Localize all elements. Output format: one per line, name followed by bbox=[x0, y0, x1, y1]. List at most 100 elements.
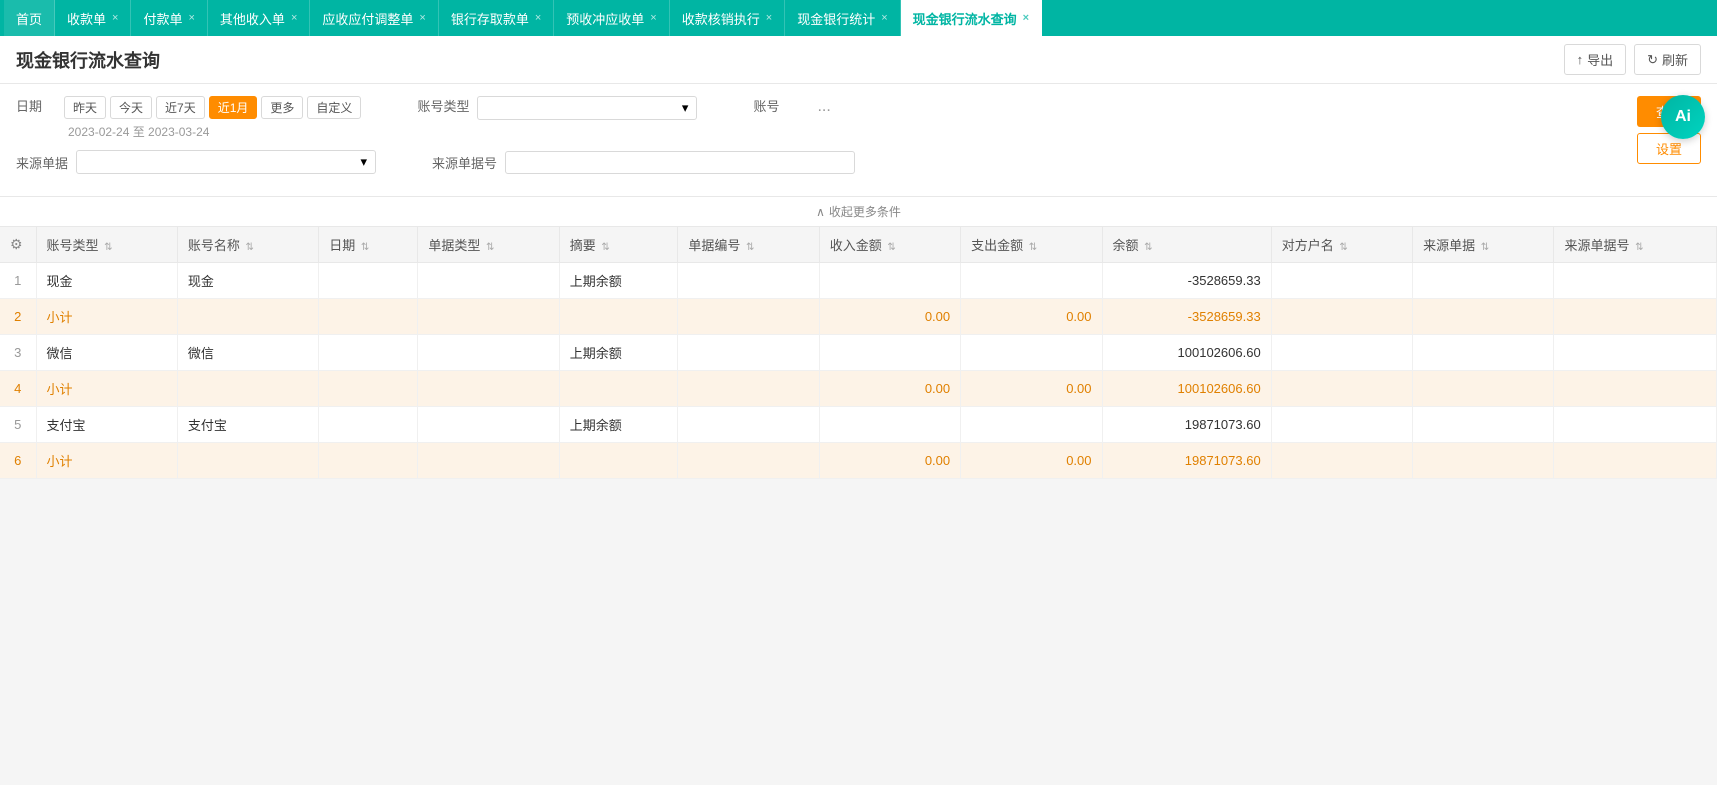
date-btn-7days[interactable]: 近7天 bbox=[156, 96, 205, 119]
nav-tab-ar-ap-adjust-label: 应收应付调整单 bbox=[322, 9, 413, 28]
close-icon[interactable]: × bbox=[188, 12, 194, 24]
nav-tab-ar-ap-adjust[interactable]: 应收应付调整单 × bbox=[310, 0, 438, 36]
nav-tab-receipt-label: 收款单 bbox=[67, 9, 106, 28]
collapse-label: 收起更多条件 bbox=[829, 203, 901, 220]
source-doc-no-input[interactable] bbox=[505, 151, 855, 174]
close-icon[interactable]: × bbox=[881, 12, 887, 24]
cell-date bbox=[319, 371, 418, 407]
col-counterparty-label: 对方户名 bbox=[1282, 238, 1334, 253]
cell-income bbox=[819, 335, 960, 371]
cell-account-name bbox=[177, 299, 318, 335]
close-icon[interactable]: × bbox=[112, 12, 118, 24]
col-account-name[interactable]: 账号名称 ⇅ bbox=[177, 227, 318, 263]
cell-counterparty bbox=[1271, 299, 1412, 335]
ai-badge[interactable]: Ai bbox=[1661, 95, 1705, 139]
source-doc-select[interactable]: ▾ bbox=[76, 150, 376, 174]
nav-tab-receipt[interactable]: 收款单 × bbox=[55, 0, 131, 36]
refresh-label: 刷新 bbox=[1662, 50, 1688, 69]
account-type-label: 账号类型 bbox=[417, 96, 469, 115]
close-icon[interactable]: × bbox=[766, 12, 772, 24]
col-counterparty[interactable]: 对方户名 ⇅ bbox=[1271, 227, 1412, 263]
cell-account-name: 支付宝 bbox=[177, 407, 318, 443]
filter-area: 日期 昨天 今天 近7天 近1月 更多 自定义 2023-02-24 至 202… bbox=[0, 84, 1717, 197]
date-btn-today[interactable]: 今天 bbox=[110, 96, 152, 119]
cell-date bbox=[319, 263, 418, 299]
cell-index: 1 bbox=[0, 263, 36, 299]
gear-icon[interactable]: ⚙ bbox=[10, 236, 23, 252]
account-type-select[interactable]: ▾ bbox=[477, 96, 697, 120]
nav-tab-other-income[interactable]: 其他收入单 × bbox=[208, 0, 310, 36]
col-date[interactable]: 日期 ⇅ bbox=[319, 227, 418, 263]
nav-tab-receipt-verify[interactable]: 收款核销执行 × bbox=[670, 0, 785, 36]
cell-doc-no bbox=[678, 443, 819, 479]
refresh-button[interactable]: ↻ 刷新 bbox=[1634, 44, 1701, 75]
nav-tab-bank-deposit[interactable]: 银行存取款单 × bbox=[439, 0, 554, 36]
cell-doc-type bbox=[418, 407, 559, 443]
cell-source-doc bbox=[1413, 371, 1554, 407]
col-doc-type-label: 单据类型 bbox=[428, 238, 480, 253]
col-balance[interactable]: 余额 ⇅ bbox=[1102, 227, 1271, 263]
table-header-row: ⚙ 账号类型 ⇅ 账号名称 ⇅ 日期 ⇅ 单据类型 ⇅ bbox=[0, 227, 1717, 263]
col-source-doc-no[interactable]: 来源单据号 ⇅ bbox=[1554, 227, 1717, 263]
col-summary[interactable]: 摘要 ⇅ bbox=[559, 227, 678, 263]
nav-tab-home[interactable]: 首页 bbox=[4, 0, 55, 36]
date-shortcuts: 昨天 今天 近7天 近1月 更多 自定义 bbox=[64, 96, 361, 119]
cell-index: 5 bbox=[0, 407, 36, 443]
cell-date bbox=[319, 299, 418, 335]
collapse-up-icon: ∧ bbox=[816, 205, 825, 219]
source-doc-label: 来源单据 bbox=[16, 153, 68, 172]
col-expense[interactable]: 支出金额 ⇅ bbox=[961, 227, 1102, 263]
cell-balance: -3528659.33 bbox=[1102, 263, 1271, 299]
nav-tab-payment[interactable]: 付款单 × bbox=[131, 0, 207, 36]
cell-account-type: 微信 bbox=[36, 335, 177, 371]
cell-expense bbox=[961, 263, 1102, 299]
nav-tab-advance-receipt[interactable]: 预收冲应收单 × bbox=[554, 0, 669, 36]
date-range: 2023-02-24 至 2023-03-24 bbox=[68, 123, 361, 140]
date-btn-yesterday[interactable]: 昨天 bbox=[64, 96, 106, 119]
close-icon[interactable]: × bbox=[650, 12, 656, 24]
close-icon[interactable]: × bbox=[1023, 12, 1029, 24]
cell-balance: 100102606.60 bbox=[1102, 371, 1271, 407]
refresh-icon: ↻ bbox=[1647, 52, 1658, 68]
collapse-bar[interactable]: ∧ 收起更多条件 bbox=[0, 197, 1717, 227]
cell-income bbox=[819, 263, 960, 299]
col-source-doc-label: 来源单据 bbox=[1423, 238, 1475, 253]
nav-tab-other-income-label: 其他收入单 bbox=[220, 9, 285, 28]
cell-source-doc-no bbox=[1554, 299, 1717, 335]
nav-tab-cash-flow-query[interactable]: 现金银行流水查询 × bbox=[901, 0, 1042, 36]
export-button[interactable]: ↑ 导出 bbox=[1564, 44, 1627, 75]
cell-account-name bbox=[177, 371, 318, 407]
setting-button[interactable]: 设置 bbox=[1637, 133, 1701, 164]
chevron-down-icon: ▾ bbox=[360, 154, 367, 170]
nav-tab-cash-bank-stat[interactable]: 现金银行统计 × bbox=[785, 0, 900, 36]
date-btn-custom[interactable]: 自定义 bbox=[307, 96, 361, 119]
close-icon[interactable]: × bbox=[419, 12, 425, 24]
sort-icon: ⇅ bbox=[1481, 242, 1489, 253]
cell-expense: 0.00 bbox=[961, 371, 1102, 407]
col-doc-no[interactable]: 单据编号 ⇅ bbox=[678, 227, 819, 263]
col-income[interactable]: 收入金额 ⇅ bbox=[819, 227, 960, 263]
col-source-doc-no-label: 来源单据号 bbox=[1564, 238, 1629, 253]
cell-account-type: 小计 bbox=[36, 299, 177, 335]
cell-expense: 0.00 bbox=[961, 299, 1102, 335]
nav-tab-home-label: 首页 bbox=[16, 9, 42, 28]
col-source-doc[interactable]: 来源单据 ⇅ bbox=[1413, 227, 1554, 263]
sort-icon: ⇅ bbox=[486, 242, 494, 253]
date-btn-more[interactable]: 更多 bbox=[261, 96, 303, 119]
nav-tab-payment-label: 付款单 bbox=[143, 9, 182, 28]
cell-doc-no bbox=[678, 335, 819, 371]
close-icon[interactable]: × bbox=[291, 12, 297, 24]
date-btn-1month[interactable]: 近1月 bbox=[209, 96, 258, 119]
col-doc-type[interactable]: 单据类型 ⇅ bbox=[418, 227, 559, 263]
export-label: 导出 bbox=[1587, 50, 1613, 69]
account-select-trigger[interactable]: ... bbox=[811, 96, 836, 118]
header-actions: ↑ 导出 ↻ 刷新 bbox=[1564, 44, 1701, 75]
table-row: 1现金现金上期余额-3528659.33 bbox=[0, 263, 1717, 299]
cell-index: 3 bbox=[0, 335, 36, 371]
sort-icon: ⇅ bbox=[361, 242, 369, 253]
cell-source-doc-no bbox=[1554, 443, 1717, 479]
col-account-type[interactable]: 账号类型 ⇅ bbox=[36, 227, 177, 263]
cell-balance: 100102606.60 bbox=[1102, 335, 1271, 371]
close-icon[interactable]: × bbox=[535, 12, 541, 24]
cell-doc-no bbox=[678, 263, 819, 299]
